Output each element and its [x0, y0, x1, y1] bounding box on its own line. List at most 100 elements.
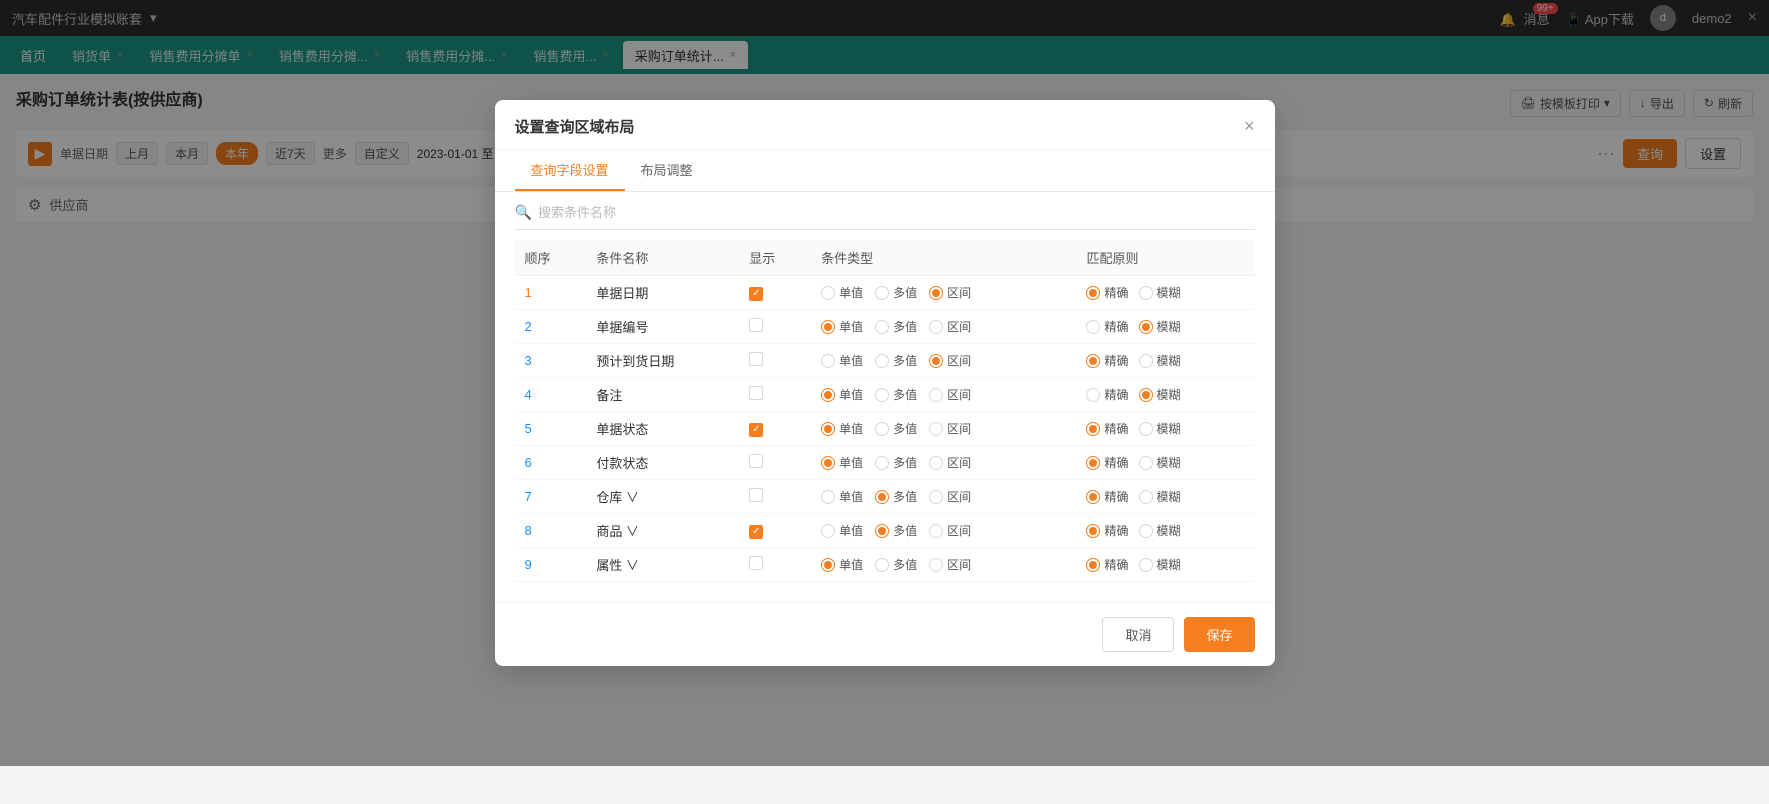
checkbox[interactable] — [749, 287, 763, 301]
radio-type-range[interactable]: 区间 — [929, 284, 971, 301]
radio-match-exact[interactable]: 精确 — [1086, 522, 1128, 539]
radio-label: 区间 — [947, 522, 971, 539]
row-order: 5 — [515, 412, 587, 446]
row-display-checkbox[interactable] — [739, 514, 811, 548]
order-number: 7 — [525, 489, 532, 504]
radio-type-range[interactable]: 区间 — [929, 420, 971, 437]
radio-match-fuzzy[interactable]: 模糊 — [1139, 522, 1181, 539]
order-number: 3 — [525, 353, 532, 368]
search-input[interactable] — [538, 205, 738, 220]
radio-circle — [875, 286, 889, 300]
row-display-checkbox[interactable] — [739, 480, 811, 514]
radio-type-range[interactable]: 区间 — [929, 454, 971, 471]
radio-label: 区间 — [947, 454, 971, 471]
cancel-btn[interactable]: 取消 — [1102, 617, 1174, 652]
dialog-tab-layout[interactable]: 布局调整 — [625, 150, 709, 191]
radio-label: 单值 — [839, 284, 863, 301]
radio-circle — [875, 320, 889, 334]
radio-circle — [875, 456, 889, 470]
checkbox[interactable] — [749, 488, 763, 502]
radio-label: 模糊 — [1157, 522, 1181, 539]
radio-type-single[interactable]: 单值 — [821, 420, 863, 437]
checkbox[interactable] — [749, 352, 763, 366]
radio-match-exact[interactable]: 精确 — [1086, 318, 1128, 335]
radio-match-fuzzy[interactable]: 模糊 — [1139, 454, 1181, 471]
row-display-checkbox[interactable] — [739, 276, 811, 310]
radio-type-multi[interactable]: 多值 — [875, 522, 917, 539]
radio-match-exact[interactable]: 精确 — [1086, 488, 1128, 505]
radio-match-exact[interactable]: 精确 — [1086, 420, 1128, 437]
row-display-checkbox[interactable] — [739, 582, 811, 591]
radio-match-exact[interactable]: 精确 — [1086, 556, 1128, 573]
radio-match-fuzzy[interactable]: 模糊 — [1139, 420, 1181, 437]
radio-type-range[interactable]: 区间 — [929, 318, 971, 335]
radio-type-multi[interactable]: 多值 — [875, 454, 917, 471]
radio-match-fuzzy[interactable]: 模糊 — [1139, 386, 1181, 403]
radio-match-fuzzy[interactable]: 模糊 — [1139, 488, 1181, 505]
checkbox[interactable] — [749, 525, 763, 539]
radio-type-multi[interactable]: 多值 — [875, 318, 917, 335]
radio-label: 单值 — [839, 522, 863, 539]
radio-circle — [1086, 422, 1100, 436]
dialog-tab-query-fields[interactable]: 查询字段设置 — [515, 150, 625, 191]
radio-type-multi[interactable]: 多值 — [875, 284, 917, 301]
settings-dialog: 设置查询区域布局 × 查询字段设置 布局调整 🔍 — [495, 100, 1275, 666]
radio-match-exact[interactable]: 精确 — [1086, 454, 1128, 471]
radio-type-single[interactable]: 单值 — [821, 556, 863, 573]
radio-match-exact[interactable]: 精确 — [1086, 352, 1128, 369]
row-match-principle: 精确模糊 — [1076, 310, 1254, 344]
radio-label: 多值 — [893, 522, 917, 539]
checkbox[interactable] — [749, 556, 763, 570]
radio-type-single[interactable]: 单值 — [821, 454, 863, 471]
radio-type-multi[interactable]: 多值 — [875, 420, 917, 437]
radio-match-fuzzy[interactable]: 模糊 — [1139, 556, 1181, 573]
radio-type-single[interactable]: 单值 — [821, 488, 863, 505]
checkbox[interactable] — [749, 318, 763, 332]
radio-type-single[interactable]: 单值 — [821, 352, 863, 369]
radio-type-multi[interactable]: 多值 — [875, 352, 917, 369]
row-order: 4 — [515, 378, 587, 412]
radio-match-fuzzy[interactable]: 模糊 — [1139, 352, 1181, 369]
save-btn[interactable]: 保存 — [1184, 617, 1254, 652]
radio-label: 精确 — [1104, 318, 1128, 335]
radio-match-exact[interactable]: 精确 — [1086, 386, 1128, 403]
checkbox[interactable] — [749, 454, 763, 468]
row-display-checkbox[interactable] — [739, 548, 811, 582]
radio-match-fuzzy[interactable]: 模糊 — [1139, 318, 1181, 335]
radio-label: 多值 — [893, 318, 917, 335]
radio-type-multi[interactable]: 多值 — [875, 386, 917, 403]
checkbox[interactable] — [749, 423, 763, 437]
row-order: 6 — [515, 446, 587, 480]
radio-type-range[interactable]: 区间 — [929, 352, 971, 369]
radio-circle — [1139, 422, 1153, 436]
radio-type-single[interactable]: 单值 — [821, 522, 863, 539]
row-display-checkbox[interactable] — [739, 344, 811, 378]
radio-type-range[interactable]: 区间 — [929, 556, 971, 573]
order-number: 2 — [525, 319, 532, 334]
dialog-close-btn[interactable]: × — [1244, 116, 1255, 137]
radio-type-range[interactable]: 区间 — [929, 386, 971, 403]
radio-label: 精确 — [1104, 454, 1128, 471]
radio-type-multi[interactable]: 多值 — [875, 488, 917, 505]
row-display-checkbox[interactable] — [739, 378, 811, 412]
radio-type-single[interactable]: 单值 — [821, 284, 863, 301]
radio-type-range[interactable]: 区间 — [929, 522, 971, 539]
row-condition-type: 单值 多值 区间 — [811, 514, 1076, 548]
checkbox[interactable] — [749, 386, 763, 400]
radio-match-fuzzy[interactable]: 模糊 — [1139, 284, 1181, 301]
radio-type-single[interactable]: 单值 — [821, 386, 863, 403]
radio-type-range[interactable]: 区间 — [929, 488, 971, 505]
radio-circle — [1086, 354, 1100, 368]
radio-type-single[interactable]: 单值 — [821, 318, 863, 335]
radio-circle — [929, 456, 943, 470]
row-display-checkbox[interactable] — [739, 446, 811, 480]
row-condition-type: 单值多值区间 — [811, 548, 1076, 582]
radio-circle — [1086, 558, 1100, 572]
radio-match-exact[interactable]: 精确 — [1086, 284, 1128, 301]
row-display-checkbox[interactable] — [739, 412, 811, 446]
row-display-checkbox[interactable] — [739, 310, 811, 344]
radio-circle — [821, 422, 835, 436]
radio-circle — [875, 354, 889, 368]
config-table-body: 1单据日期单值多值区间精确模糊2单据编号单值多值区间精确模糊3预计到货日期单值多… — [515, 276, 1255, 591]
radio-type-multi[interactable]: 多值 — [875, 556, 917, 573]
